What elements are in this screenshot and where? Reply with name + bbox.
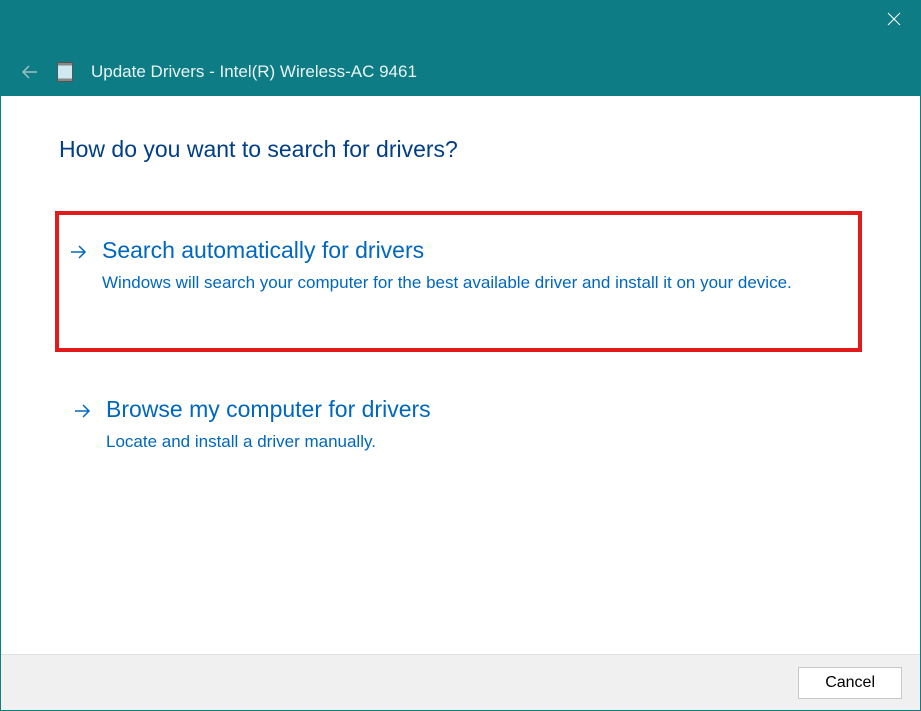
option-text: Browse my computer for drivers Locate an…: [106, 396, 832, 455]
dialog-header: Update Drivers - Intel(R) Wireless-AC 94…: [1, 48, 920, 96]
arrow-right-icon: [73, 402, 91, 425]
page-question: How do you want to search for drivers?: [59, 136, 862, 163]
back-button[interactable]: [21, 63, 39, 81]
cancel-button[interactable]: Cancel: [798, 667, 902, 699]
dialog-title: Update Drivers - Intel(R) Wireless-AC 94…: [91, 62, 417, 82]
dialog-content: How do you want to search for drivers? S…: [1, 96, 920, 654]
close-icon: [887, 12, 901, 26]
dialog-footer: Cancel: [1, 654, 920, 710]
option-description: Windows will search your computer for th…: [102, 270, 832, 296]
titlebar: [1, 1, 920, 48]
back-arrow-icon: [21, 63, 39, 81]
option-description: Locate and install a driver manually.: [106, 429, 832, 455]
option-title: Search automatically for drivers: [102, 237, 832, 264]
option-search-automatically[interactable]: Search automatically for drivers Windows…: [55, 211, 862, 352]
option-browse-computer[interactable]: Browse my computer for drivers Locate an…: [59, 378, 862, 477]
arrow-right-icon: [69, 243, 87, 266]
close-button[interactable]: [868, 1, 920, 37]
option-title: Browse my computer for drivers: [106, 396, 832, 423]
option-text: Search automatically for drivers Windows…: [102, 237, 832, 296]
device-icon: [57, 62, 73, 82]
dialog-window: Update Drivers - Intel(R) Wireless-AC 94…: [0, 0, 921, 711]
